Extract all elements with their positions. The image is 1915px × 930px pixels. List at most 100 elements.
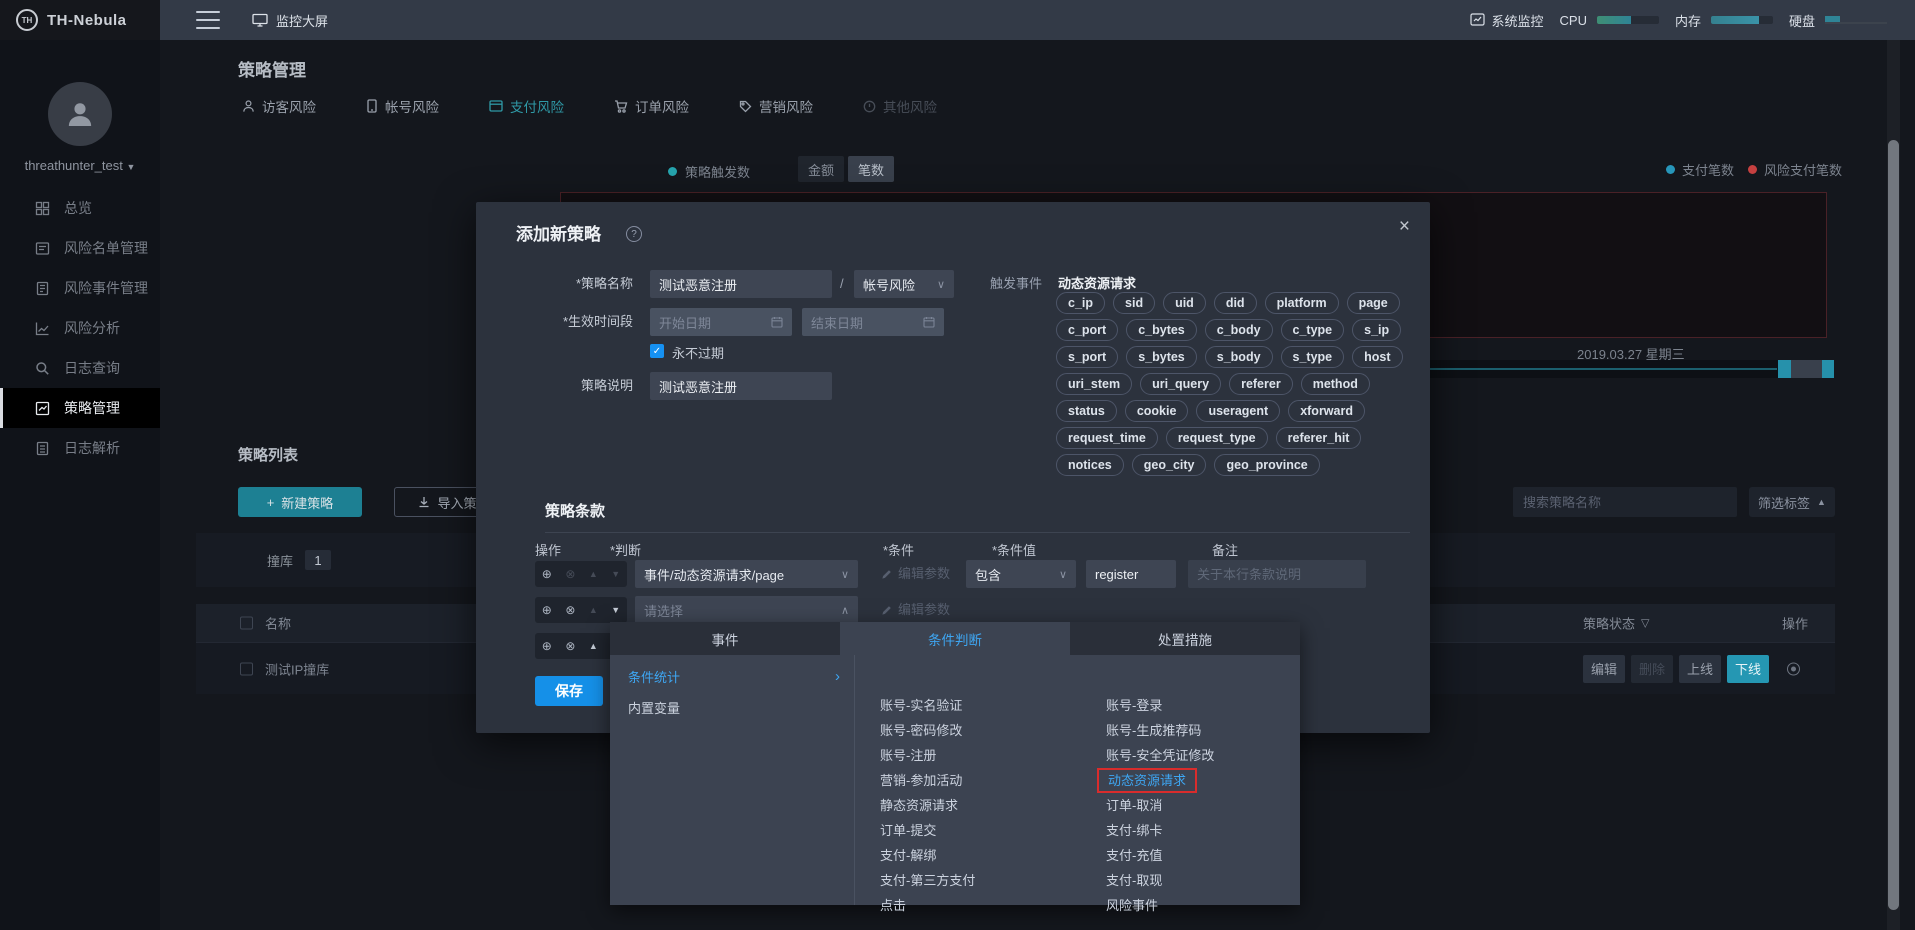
dropdown-submenu: 条件统计 › 内置变量 [610,655,855,905]
move-down-icon[interactable]: ▼ [611,605,620,615]
dropdown-option[interactable]: 支付-第三方支付 [880,868,1095,893]
remove-row-icon[interactable]: ⊗ [565,639,575,653]
dropdown-option[interactable]: 账号-实名验证 [880,693,1095,718]
dropdown-option[interactable]: 支付-绑卡 [1106,818,1321,843]
th-nebula-logo-icon: TH [16,9,38,31]
dropdown-tab-event[interactable]: 事件 [610,622,840,655]
dropdown-tab-action[interactable]: 处置措施 [1070,622,1300,655]
trigger-legend: 策略触发数 [668,162,750,181]
filter-tags-button[interactable]: 筛选标签 ▲ [1749,487,1835,517]
policy-name-input[interactable] [650,270,832,298]
dropdown-option[interactable]: 营销-参加活动 [880,768,1095,793]
online-button[interactable]: 上线 [1679,654,1722,683]
marketing-tag-icon [739,100,752,112]
system-monitor-label: 系统监控 [1491,13,1544,29]
field-tag: c_bytes [1126,319,1197,341]
slider-handle-right[interactable] [1822,360,1834,378]
risk-category-select[interactable]: 帐号风险 ∨ [854,270,954,298]
modal-title: 添加新策略 [516,225,601,244]
remove-row-icon[interactable]: ⊗ [565,603,575,617]
add-row-icon[interactable]: ⊕ [542,603,552,617]
amount-toggle-button[interactable]: 金额 [798,156,844,182]
save-button[interactable]: 保存 [535,676,603,706]
slider-handle-left[interactable] [1778,360,1791,378]
sidebar-item-log-parse[interactable]: 日志解析 [0,428,160,468]
risk-analysis-icon [35,322,49,335]
tab-account-risk[interactable]: 帐号风险 [366,96,439,116]
edit-button[interactable]: 编辑 [1583,654,1626,683]
select-all-checkbox[interactable] [240,616,253,630]
judge-select-row1[interactable]: 事件/动态资源请求/page ∨ [635,560,858,588]
condition-select-row1[interactable]: 包含 ∨ [966,560,1076,588]
dropdown-option[interactable]: 订单-取消 [1106,793,1321,818]
avatar[interactable] [48,82,112,146]
dropdown-option[interactable]: 支付-解绑 [880,843,1095,868]
user-menu[interactable]: threathunter_test ▼ [0,158,160,173]
field-tag: sid [1113,292,1156,314]
dropdown-option[interactable]: 账号-生成推荐码 [1106,718,1321,743]
sidebar-item-log-query[interactable]: 日志查询 [0,348,160,388]
dropdown-option[interactable]: 点击 [880,893,1095,918]
note-input-row1[interactable] [1188,560,1366,588]
tab-visitor-risk[interactable]: 访客风险 [242,96,316,116]
sidebar-item-policy-management[interactable]: 策略管理 [0,388,160,428]
sidebar-item-risk-list[interactable]: 风险名单管理 [0,228,160,268]
scrollbar-thumb[interactable] [1888,140,1899,910]
dropdown-option-highlighted[interactable]: 动态资源请求 [1097,768,1321,793]
field-tag: did [1213,292,1257,314]
close-icon[interactable]: × [1399,216,1410,238]
move-up-icon[interactable]: ▲ [589,641,598,651]
system-monitor-link[interactable]: 系统监控 [1469,11,1544,30]
submenu-builtin-vars[interactable]: 内置变量 [610,692,854,723]
dropdown-option[interactable]: 账号-安全凭证修改 [1106,743,1321,768]
user-icon [68,103,92,126]
dropdown-option[interactable]: 账号-登录 [1106,693,1321,718]
dropdown-option[interactable]: 支付-充值 [1106,843,1321,868]
policy-desc-input[interactable] [650,372,832,400]
count-toggle-button[interactable]: 笔数 [848,156,894,182]
dropdown-option[interactable]: 静态资源请求 [880,793,1095,818]
search-input[interactable] [1513,487,1737,517]
username: threathunter_test [24,158,123,173]
offline-button[interactable]: 下线 [1727,654,1770,683]
sidebar-item-overview[interactable]: 总览 [0,188,160,228]
cond-value-column-header: *条件值 [992,543,1037,558]
slider-handle[interactable] [1778,360,1834,378]
highlighted-option-label[interactable]: 动态资源请求 [1097,768,1198,793]
add-row-icon[interactable]: ⊕ [542,567,552,581]
memory-meter: 内存 [1675,11,1773,30]
sidebar-item-risk-analysis[interactable]: 风险分析 [0,308,160,348]
download-icon [419,497,429,508]
dropdown-option[interactable]: 支付-取现 [1106,868,1321,893]
tab-order-risk[interactable]: 订单风险 [614,96,689,116]
slider-handle-middle[interactable] [1791,360,1822,378]
condition-value-input-row1[interactable] [1086,560,1176,588]
page-title: 策略管理 [238,61,306,80]
new-policy-button[interactable]: + 新建策略 [238,487,362,517]
remove-row-icon: ⊗ [565,567,576,581]
dropdown-option[interactable]: 账号-密码修改 [880,718,1095,743]
policy-name-cell: 测试IP撞库 [265,662,330,677]
filter-chip-label[interactable]: 撞库 [267,551,293,570]
help-icon[interactable]: ? [626,226,642,242]
row-expand-icon[interactable] [1787,662,1800,675]
never-expire-checkbox[interactable]: ✓ [650,344,664,358]
tab-payment-risk[interactable]: 支付风险 [489,96,564,116]
dropdown-option[interactable]: 订单-提交 [880,818,1095,843]
tab-label: 帐号风险 [385,100,439,115]
hamburger-menu-icon[interactable] [196,11,220,29]
tab-marketing-risk[interactable]: 营销风险 [739,96,813,116]
dropdown-option[interactable]: 风险事件 [1106,893,1321,918]
row-checkbox[interactable] [240,662,253,675]
filter-funnel-icon[interactable]: ▽ [1641,617,1649,630]
monitor-screen-menu[interactable]: 监控大屏 [252,0,328,40]
dropdown-tab-condition[interactable]: 条件判断 [840,622,1070,655]
judge-select-row2[interactable]: 请选择 ∧ [635,596,858,624]
sidebar-item-risk-events[interactable]: 风险事件管理 [0,268,160,308]
system-stats: 系统监控 CPU 内存 硬盘 [1469,0,1887,40]
submenu-condition-stats[interactable]: 条件统计 › [610,661,854,692]
judge-dropdown-panel: 事件 条件判断 处置措施 条件统计 › 内置变量 账号-实名验证 账号-密码修改… [610,622,1300,913]
effective-period-label: *生效时间段 [562,314,633,329]
dropdown-option[interactable]: 账号-注册 [880,743,1095,768]
add-row-icon[interactable]: ⊕ [542,639,552,653]
